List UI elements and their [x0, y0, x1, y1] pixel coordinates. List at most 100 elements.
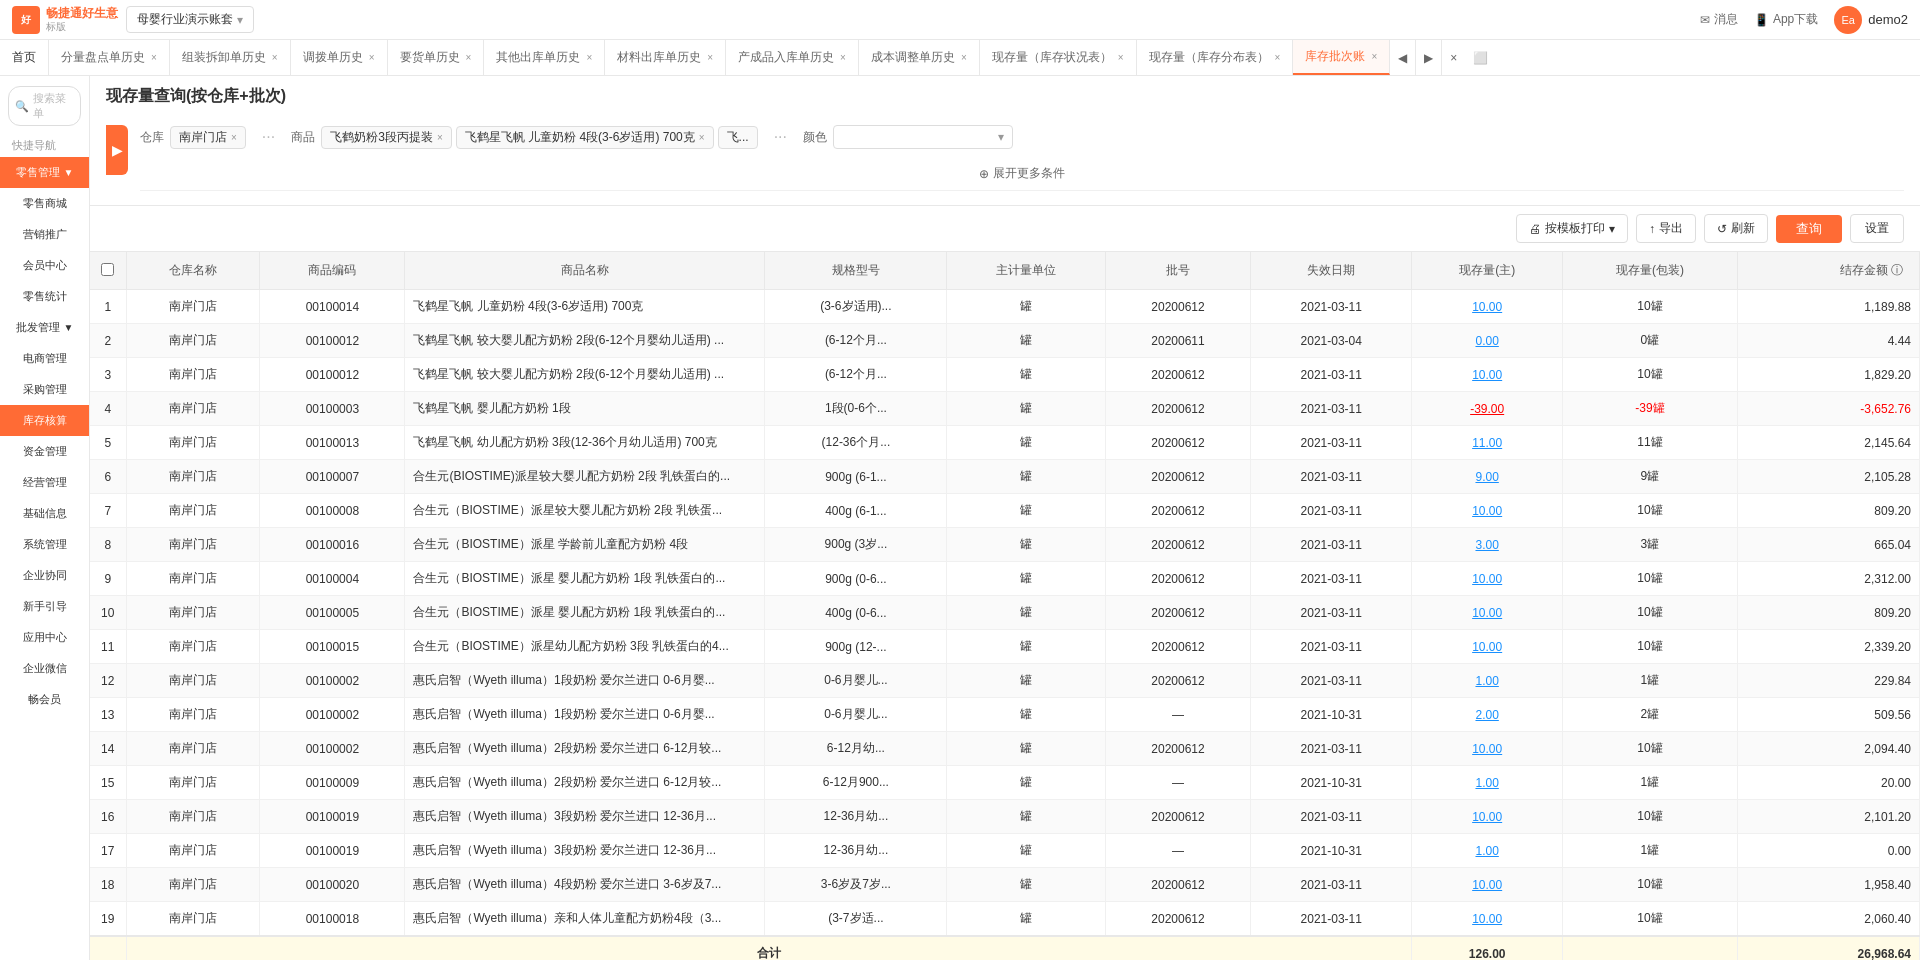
sidebar-item-retail-stat[interactable]: 零售统计	[0, 281, 89, 312]
tab-xianzailiang2[interactable]: 现存量（库存分布表） ×	[1137, 40, 1294, 75]
chevron-down-icon: ▾	[1609, 222, 1615, 236]
td-qty-main[interactable]: 10.00	[1412, 358, 1562, 392]
close-icon[interactable]: ×	[1118, 52, 1124, 63]
sidebar-item-ecommerce[interactable]: 电商管理	[0, 343, 89, 374]
td-qty-main[interactable]: 2.00	[1412, 698, 1562, 732]
td-qty-main[interactable]: 10.00	[1412, 290, 1562, 324]
td-qty-main[interactable]: 10.00	[1412, 494, 1562, 528]
warehouse-tag-1-close[interactable]: ×	[231, 132, 237, 143]
tab-next-btn[interactable]: ▶	[1416, 40, 1442, 75]
tab-chengben[interactable]: 成本调整单历史 ×	[859, 40, 980, 75]
tab-home[interactable]: 首页	[0, 40, 49, 75]
product-tag-1-close[interactable]: ×	[437, 132, 443, 143]
td-qty-main[interactable]: 11.00	[1412, 426, 1562, 460]
tab-chancheng[interactable]: 产成品入库单历史 ×	[726, 40, 859, 75]
tab-active[interactable]: 库存批次账 ×	[1293, 40, 1390, 75]
sidebar-item-finance[interactable]: 资金管理	[0, 436, 89, 467]
product-tag-2[interactable]: 飞鹤星飞帆 儿童奶粉 4段(3-6岁适用) 700克 ×	[456, 126, 714, 149]
close-icon[interactable]: ×	[369, 52, 375, 63]
tab-zuhe[interactable]: 组装拆卸单历史 ×	[170, 40, 291, 75]
sidebar-item-purchase[interactable]: 采购管理	[0, 374, 89, 405]
refresh-btn[interactable]: ↺ 刷新	[1704, 214, 1768, 243]
user-info[interactable]: Ea demo2	[1834, 6, 1908, 34]
tab-tiaopi[interactable]: 调拨单历史 ×	[291, 40, 388, 75]
td-qty-main[interactable]: 10.00	[1412, 902, 1562, 937]
close-icon[interactable]: ×	[840, 52, 846, 63]
td-name: 惠氏启智（Wyeth illuma）3段奶粉 爱尔兰进口 12-36月...	[405, 834, 765, 868]
template-print-btn[interactable]: 🖨 按模板打印 ▾	[1516, 214, 1628, 243]
sidebar-item-retail-mgmt[interactable]: 零售管理 ▼	[0, 157, 89, 188]
filter-expand-btn[interactable]: ▶	[106, 125, 128, 175]
tab-xianzailiang1[interactable]: 现存量（库存状况表） ×	[980, 40, 1137, 75]
close-icon[interactable]: ×	[586, 52, 592, 63]
td-no: 6	[90, 460, 126, 494]
td-qty-main[interactable]: 10.00	[1412, 732, 1562, 766]
td-qty-main[interactable]: 1.00	[1412, 766, 1562, 800]
search-menu-input[interactable]: 🔍 搜索菜单	[8, 86, 81, 126]
tab-fenpan[interactable]: 分量盘点单历史 ×	[49, 40, 170, 75]
td-qty-main[interactable]: 10.00	[1412, 596, 1562, 630]
sidebar-item-appstore[interactable]: 应用中心	[0, 622, 89, 653]
th-checkbox[interactable]	[90, 252, 126, 290]
td-qty-main[interactable]: 10.00	[1412, 800, 1562, 834]
sidebar-item-member[interactable]: 会员中心	[0, 250, 89, 281]
sidebar-item-newguide[interactable]: 新手引导	[0, 591, 89, 622]
sidebar-item-retail-shop[interactable]: 零售商城	[0, 188, 89, 219]
td-spec: (12-36个月...	[765, 426, 947, 460]
product-tag-more[interactable]: 飞...	[718, 126, 758, 149]
td-name: 惠氏启智（Wyeth illuma）2段奶粉 爱尔兰进口 6-12月较...	[405, 766, 765, 800]
close-icon[interactable]: ×	[151, 52, 157, 63]
product-tag-2-close[interactable]: ×	[699, 132, 705, 143]
td-qty-main[interactable]: 0.00	[1412, 324, 1562, 358]
top-bar: 好 畅捷通好生意 标版 母婴行业演示账套 ▾ ✉ 消息 📱 App下载 Ea d…	[0, 0, 1920, 40]
sidebar-item-system[interactable]: 系统管理	[0, 529, 89, 560]
template-print-group[interactable]: 🖨 按模板打印 ▾	[1516, 214, 1628, 243]
tab-yaohuo[interactable]: 要货单历史 ×	[388, 40, 485, 75]
sidebar-item-enterprise[interactable]: 企业协同	[0, 560, 89, 591]
tab-cailiao[interactable]: 材料出库单历史 ×	[605, 40, 726, 75]
td-qty-main[interactable]: -39.00	[1412, 392, 1562, 426]
tab-prev-btn[interactable]: ◀	[1390, 40, 1416, 75]
td-code: 00100013	[260, 426, 405, 460]
close-icon[interactable]: ×	[961, 52, 967, 63]
sidebar-item-marketing[interactable]: 营销推广	[0, 219, 89, 250]
close-icon[interactable]: ×	[707, 52, 713, 63]
td-unit: 罐	[947, 800, 1106, 834]
color-input[interactable]: ▾	[833, 125, 1013, 149]
td-code: 00100014	[260, 290, 405, 324]
tab-close-all-btn[interactable]: ×	[1442, 40, 1465, 75]
td-unit: 罐	[947, 324, 1106, 358]
app-download-btn[interactable]: 📱 App下载	[1754, 11, 1818, 28]
sidebar-item-wholesale[interactable]: 批发管理 ▼	[0, 312, 89, 343]
close-icon[interactable]: ×	[272, 52, 278, 63]
close-icon[interactable]: ×	[1275, 52, 1281, 63]
close-icon[interactable]: ×	[1371, 51, 1377, 62]
td-code: 00100005	[260, 596, 405, 630]
warehouse-tag-1[interactable]: 南岸门店 ×	[170, 126, 246, 149]
expand-more-btn[interactable]: ⊕ 展开更多条件	[971, 161, 1073, 186]
sidebar-item-inventory[interactable]: 库存核算	[0, 405, 89, 436]
tab-qitachu[interactable]: 其他出库单历史 ×	[484, 40, 605, 75]
close-icon[interactable]: ×	[466, 52, 472, 63]
select-all-checkbox[interactable]	[101, 263, 114, 276]
tab-fullscreen-btn[interactable]: ⬜	[1465, 40, 1496, 75]
sidebar-item-member2[interactable]: 畅会员	[0, 684, 89, 715]
setting-btn[interactable]: 设置	[1850, 214, 1904, 243]
td-qty-main[interactable]: 10.00	[1412, 562, 1562, 596]
td-qty-main[interactable]: 1.00	[1412, 664, 1562, 698]
th-warehouse: 仓库名称	[126, 252, 260, 290]
td-qty-main[interactable]: 1.00	[1412, 834, 1562, 868]
td-qty-main[interactable]: 3.00	[1412, 528, 1562, 562]
td-amount: 809.20	[1737, 596, 1919, 630]
td-qty-main[interactable]: 10.00	[1412, 868, 1562, 902]
sidebar-item-wechat[interactable]: 企业微信	[0, 653, 89, 684]
sidebar-item-operation[interactable]: 经营管理	[0, 467, 89, 498]
export-btn[interactable]: ↑ 导出	[1636, 214, 1696, 243]
store-selector[interactable]: 母婴行业演示账套 ▾	[126, 6, 254, 33]
product-tag-1[interactable]: 飞鹤奶粉3段丙提装 ×	[321, 126, 452, 149]
message-btn[interactable]: ✉ 消息	[1700, 11, 1738, 28]
td-qty-main[interactable]: 9.00	[1412, 460, 1562, 494]
query-btn[interactable]: 查询	[1776, 215, 1842, 243]
td-qty-main[interactable]: 10.00	[1412, 630, 1562, 664]
sidebar-item-basic[interactable]: 基础信息	[0, 498, 89, 529]
